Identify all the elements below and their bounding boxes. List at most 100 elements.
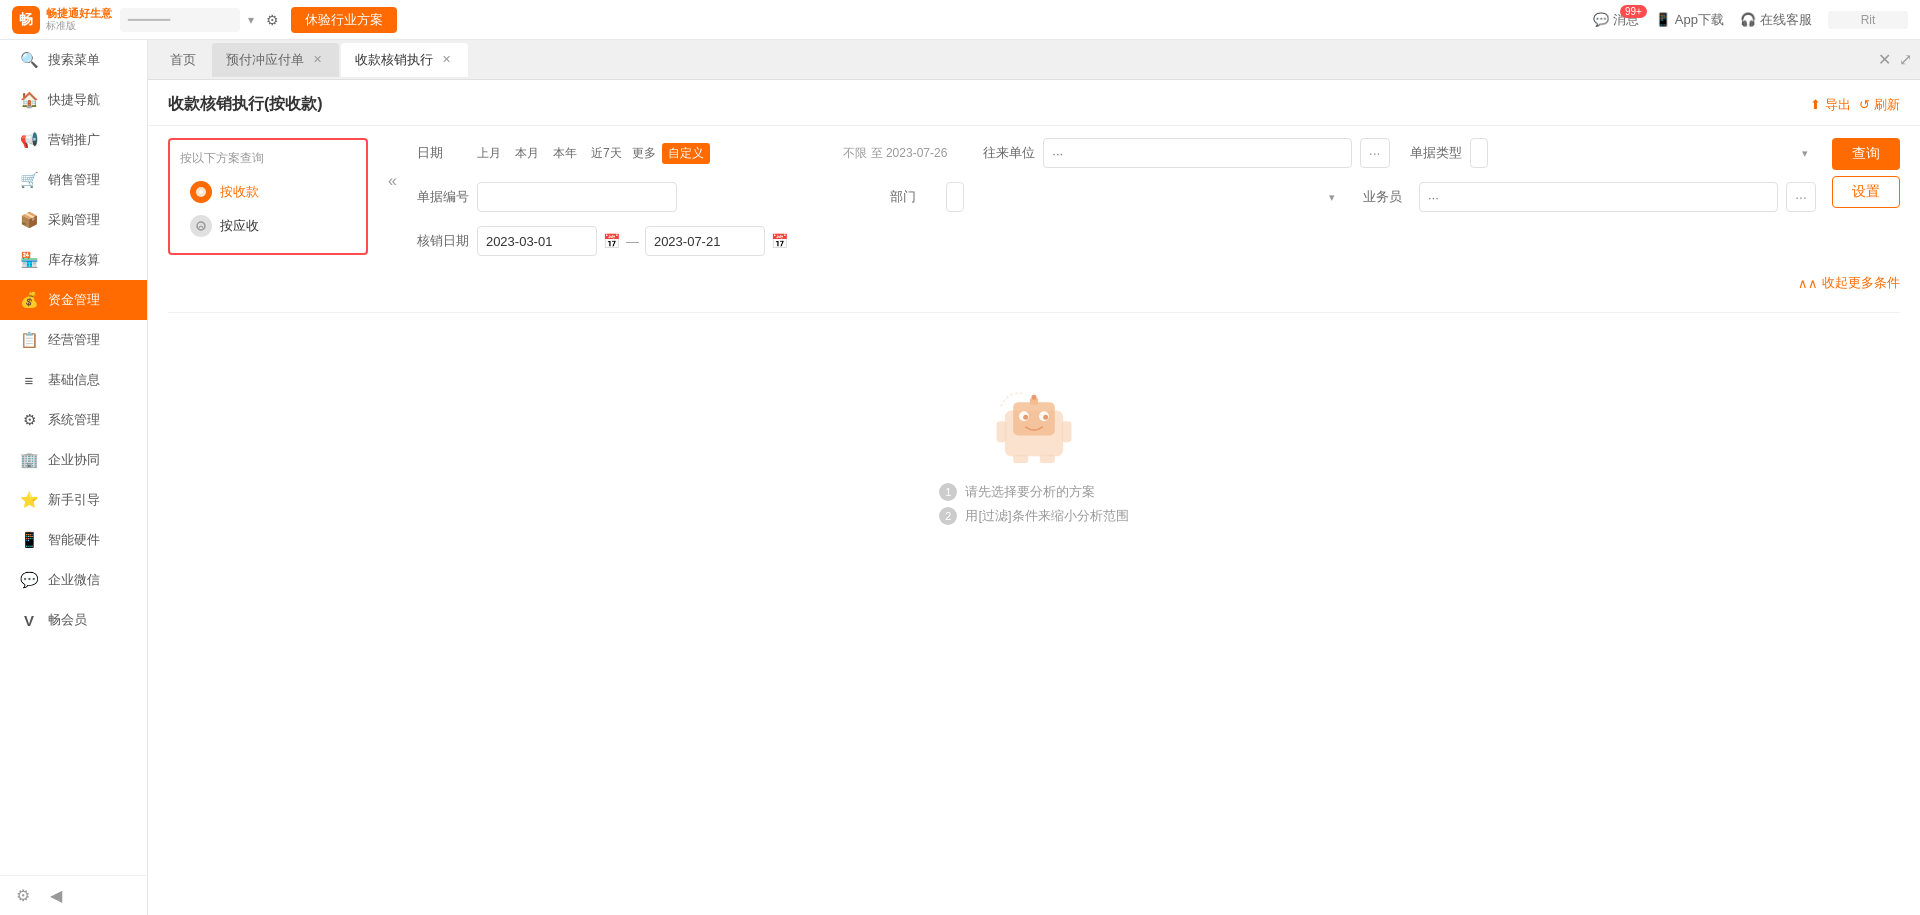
filter-option-by-receivable[interactable]: 按应收 — [180, 209, 356, 243]
verify-date-label: 核销日期 — [417, 232, 469, 250]
tab-close-prepay[interactable]: ✕ — [310, 52, 325, 67]
bill-no-input[interactable] — [477, 182, 677, 212]
refresh-btn[interactable]: ↺ 刷新 — [1859, 96, 1900, 114]
sidebar-collapse-btn[interactable]: « — [384, 168, 401, 194]
tab-bar-actions: ✕ ⤢ — [1878, 50, 1912, 69]
sidebar-item-business[interactable]: 📋 经营管理 — [0, 320, 147, 360]
last-month-btn[interactable]: 上月 — [473, 143, 505, 164]
settings-icon[interactable]: ⚙ — [266, 12, 279, 28]
headset-icon: 🎧 — [1740, 12, 1756, 27]
calendar-start-icon[interactable]: 📅 — [603, 233, 620, 249]
form-row-1: 日期 上月 本月 本年 近7天 更多 自定义 — [417, 138, 1816, 168]
service-btn[interactable]: 🎧 在线客服 — [1740, 11, 1812, 29]
staff-ellipsis-btn[interactable]: ··· — [1786, 182, 1816, 212]
sidebar-item-member[interactable]: V 畅会员 — [0, 600, 147, 640]
sales-icon: 🛒 — [20, 171, 38, 189]
hint-item-1: 1 请先选择要分析的方案 — [939, 483, 1128, 501]
empty-illustration — [984, 373, 1084, 473]
this-month-btn[interactable]: 本月 — [511, 143, 543, 164]
industry-btn[interactable]: 休验行业方案 — [291, 7, 397, 33]
bill-type-field: 单据类型 — [1410, 138, 1816, 168]
this-year-btn[interactable]: 本年 — [549, 143, 581, 164]
purchase-icon: 📦 — [20, 211, 38, 229]
filter-area: 按以下方案查询 按收款 按应收 — [148, 126, 1920, 312]
svg-point-9 — [1032, 395, 1037, 400]
filter-box-title: 按以下方案查询 — [180, 150, 356, 167]
sidebar-item-guide[interactable]: ⭐ 新手引导 — [0, 480, 147, 520]
export-btn[interactable]: ⬆ 导出 — [1810, 96, 1851, 114]
verify-date-end-input[interactable] — [645, 226, 765, 256]
counterparty-input[interactable] — [1043, 138, 1351, 168]
svg-rect-10 — [997, 421, 1007, 442]
query-btn[interactable]: 查询 — [1832, 138, 1900, 170]
svg-point-6 — [1023, 415, 1028, 420]
bill-no-field: 单据编号 — [417, 182, 870, 212]
sidebar-bottom: ⚙ ◀ — [0, 875, 147, 915]
company-selector[interactable]: ━━━━━━ — [120, 8, 240, 32]
empty-state: 1 请先选择要分析的方案 2 用[过滤]条件来缩小分析范围 — [148, 313, 1920, 585]
message-badge: 99+ — [1620, 5, 1647, 18]
sidebar-item-corp[interactable]: 🏢 企业协同 — [0, 440, 147, 480]
receivable-icon — [190, 215, 212, 237]
sidebar-item-finance[interactable]: 💰 资金管理 — [0, 280, 147, 320]
sidebar-item-inventory[interactable]: 🏪 库存核算 — [0, 240, 147, 280]
tab-prepay[interactable]: 预付冲应付单 ✕ — [212, 43, 339, 77]
staff-input[interactable] — [1419, 182, 1778, 212]
staff-field: 业务员 ··· — [1363, 182, 1816, 212]
top-bar-right: 💬 消息 99+ 📱 App下载 🎧 在线客服 Rit — [1593, 11, 1908, 29]
member-icon: V — [20, 612, 38, 629]
sidebar-settings-icon[interactable]: ⚙ — [16, 886, 30, 905]
tab-expand-icon[interactable]: ⤢ — [1899, 50, 1912, 69]
guide-icon: ⭐ — [20, 491, 38, 509]
verify-date-start-input[interactable] — [477, 226, 597, 256]
page-content: 收款核销执行(按收款) ⬆ 导出 ↺ 刷新 按以下方案 — [148, 80, 1920, 915]
last-7-days-btn[interactable]: 近7天 — [587, 143, 626, 164]
refresh-icon: ↺ — [1859, 97, 1870, 112]
inventory-icon: 🏪 — [20, 251, 38, 269]
filter-sidebar: 按以下方案查询 按收款 按应收 — [168, 138, 368, 300]
collapse-more-btn[interactable]: ∧∧ 收起更多条件 — [417, 270, 1900, 300]
app-download-btn[interactable]: 📱 App下载 — [1655, 11, 1724, 29]
system-icon: ⚙ — [20, 411, 38, 429]
home-tab[interactable]: 首页 — [156, 45, 210, 75]
sidebar-collapse-icon[interactable]: ◀ — [50, 886, 62, 905]
svg-point-7 — [1043, 415, 1048, 420]
sidebar-item-system[interactable]: ⚙ 系统管理 — [0, 400, 147, 440]
filter-option-by-receipt[interactable]: 按收款 — [180, 175, 356, 209]
sidebar-item-purchase[interactable]: 📦 采购管理 — [0, 200, 147, 240]
sidebar-item-wechat[interactable]: 💬 企业微信 — [0, 560, 147, 600]
user-info[interactable]: Rit — [1828, 11, 1908, 29]
sidebar-item-marketing[interactable]: 📢 营销推广 — [0, 120, 147, 160]
date-field: 日期 上月 本月 本年 近7天 更多 自定义 — [417, 143, 823, 164]
svg-rect-12 — [1013, 455, 1028, 463]
staff-label: 业务员 — [1363, 188, 1411, 206]
tab-close-all-icon[interactable]: ✕ — [1878, 50, 1891, 69]
setting-btn[interactable]: 设置 — [1832, 176, 1900, 208]
bill-type-label: 单据类型 — [1410, 144, 1462, 162]
tab-verify[interactable]: 收款核销执行 ✕ — [341, 43, 468, 77]
counterparty-field: 往来单位 ··· — [983, 138, 1389, 168]
app-logo: 畅 畅捷通好生意 标准版 — [12, 6, 112, 34]
sidebar-item-quick[interactable]: 🏠 快捷导航 — [0, 80, 147, 120]
counterparty-ellipsis-btn[interactable]: ··· — [1360, 138, 1390, 168]
bill-type-select-wrapper — [1470, 138, 1816, 168]
company-name: ━━━━━━ — [128, 13, 170, 27]
more-shortcut-btn[interactable]: 更多 — [632, 145, 656, 162]
message-btn[interactable]: 💬 消息 99+ — [1593, 11, 1639, 29]
dept-select[interactable] — [946, 182, 964, 212]
hardware-icon: 📱 — [20, 531, 38, 549]
sidebar-item-sales[interactable]: 🛒 销售管理 — [0, 160, 147, 200]
calendar-end-icon[interactable]: 📅 — [771, 233, 788, 249]
bill-type-select[interactable] — [1470, 138, 1488, 168]
form-row-2: 单据编号 部门 — [417, 182, 1816, 212]
export-icon: ⬆ — [1810, 97, 1821, 112]
sidebar-item-search[interactable]: 🔍 搜索菜单 — [0, 40, 147, 80]
home-icon: 🏠 — [20, 91, 38, 109]
custom-date-btn[interactable]: 自定义 — [662, 143, 710, 164]
finance-icon: 💰 — [20, 291, 38, 309]
tab-close-verify[interactable]: ✕ — [439, 52, 454, 67]
company-chevron-icon[interactable]: ▾ — [248, 13, 254, 27]
wechat-icon: 💬 — [20, 571, 38, 589]
sidebar-item-hardware[interactable]: 📱 智能硬件 — [0, 520, 147, 560]
sidebar-item-basic[interactable]: ≡ 基础信息 — [0, 360, 147, 400]
